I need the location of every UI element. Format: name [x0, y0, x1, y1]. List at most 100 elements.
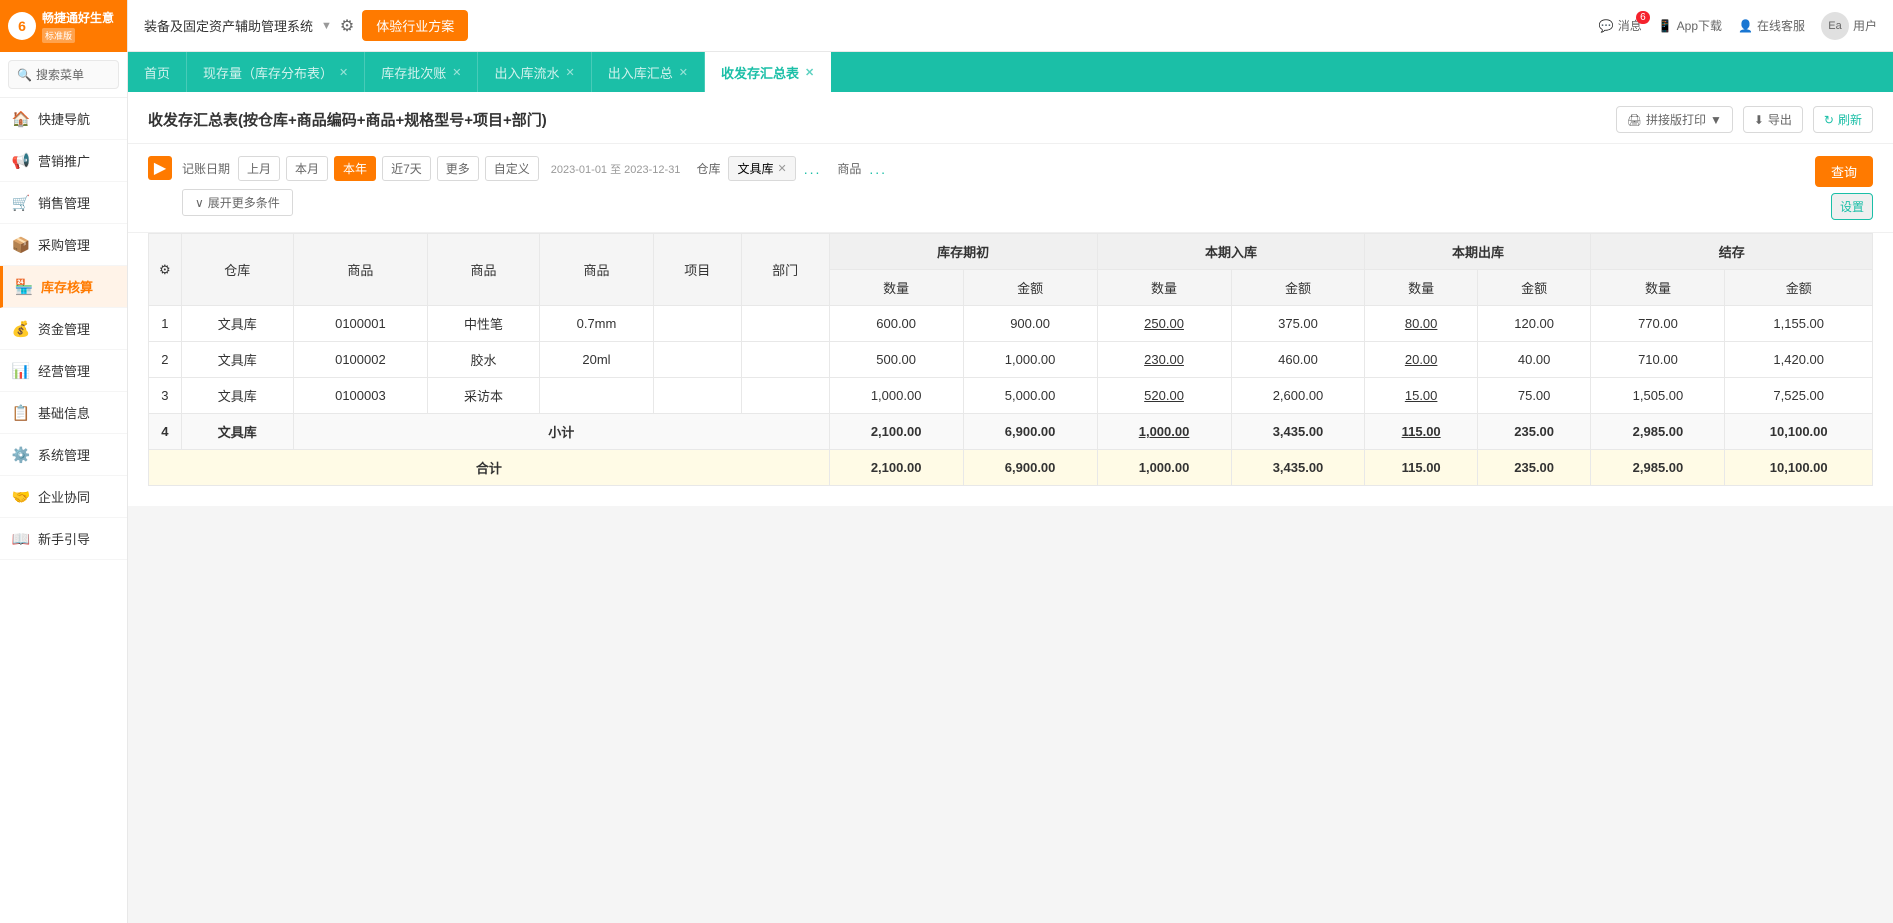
goods-more-dots[interactable]: ...: [869, 161, 887, 177]
tab-inout_flow[interactable]: 出入库流水✕: [478, 52, 591, 92]
col-opening-header: 库存期初: [829, 234, 1097, 270]
row-bal-amt: 1,155.00: [1725, 306, 1873, 342]
tab-close-icon[interactable]: ✕: [452, 66, 461, 79]
tab-close-icon[interactable]: ✕: [805, 66, 814, 79]
col-settings-header[interactable]: ⚙: [149, 234, 182, 306]
expand-conditions-btn[interactable]: ∨ 展开更多条件: [182, 189, 293, 216]
row-no: 1: [149, 306, 182, 342]
sub-out-qty[interactable]: 115.00: [1365, 414, 1477, 450]
online-service-action[interactable]: 👤 在线客服: [1738, 17, 1805, 34]
row-in-amt: 460.00: [1231, 342, 1365, 378]
table-row: 2 文具库 0100002 胶水 20ml 500.00 1,000.00 23…: [149, 342, 1873, 378]
basic-icon: 📋: [12, 404, 30, 422]
sub-open-qty: 2,100.00: [829, 414, 963, 450]
row-bal-qty: 1,505.00: [1591, 378, 1725, 414]
quick-icon: 🏠: [12, 110, 30, 128]
trial-button[interactable]: 体验行业方案: [362, 10, 468, 41]
row-out-qty[interactable]: 20.00: [1365, 342, 1477, 378]
top-header: 装备及固定资产辅助管理系统 ▼ ⚙ 体验行业方案 💬 消息 6 📱 App下载 …: [128, 0, 1893, 52]
custom-date-btn[interactable]: 自定义: [485, 156, 539, 181]
content-area: 收发存汇总表(按仓库+商品编码+商品+规格型号+项目+部门) 🖨 拼接版打印 ▼…: [128, 92, 1893, 923]
warehouse-tag-close[interactable]: ✕: [777, 162, 786, 175]
tab-label: 首页: [144, 63, 170, 82]
refresh-button[interactable]: ↻ 刷新: [1813, 106, 1873, 133]
sidebar-item-label: 销售管理: [38, 193, 90, 212]
tab-recv_send[interactable]: 收发存汇总表 ✕: [705, 52, 831, 92]
sub-no: 4: [149, 414, 182, 450]
total-in-qty: 1,000.00: [1097, 450, 1231, 486]
sidebar-item-quick[interactable]: 🏠 快捷导航: [0, 98, 127, 140]
tab-close-icon[interactable]: ✕: [566, 66, 575, 79]
row-in-qty[interactable]: 230.00: [1097, 342, 1231, 378]
date-range-text: 2023-01-01 至 2023-12-31: [551, 161, 681, 177]
more-date-btn[interactable]: 更多: [437, 156, 479, 181]
sub-out-amt: 235.00: [1477, 414, 1591, 450]
sidebar: 6 畅捷通好生意 标准版 🔍 搜索菜单 🏠 快捷导航 📢 营销推广 🛒 销售管理…: [0, 0, 128, 923]
warehouse-filter: 仓库 文具库 ✕ ...: [696, 156, 821, 181]
system-dropdown-icon[interactable]: ▼: [321, 20, 332, 32]
marketing-icon: 📢: [12, 152, 30, 170]
this-year-btn[interactable]: 本年: [334, 156, 376, 181]
export-button[interactable]: ⬇ 导出: [1743, 106, 1803, 133]
tabs-bar: 首页现存量（库存分布表）✕库存批次账✕出入库流水✕出入库汇总✕ 收发存汇总表 ✕: [128, 52, 1893, 92]
col-in-qty-header: 数量: [1097, 270, 1231, 306]
print-icon: 🖨: [1627, 113, 1642, 127]
col-balance-header: 结存: [1591, 234, 1873, 270]
sub-in-qty[interactable]: 1,000.00: [1097, 414, 1231, 450]
total-open-qty: 2,100.00: [829, 450, 963, 486]
sidebar-item-guide[interactable]: 📖 新手引导: [0, 518, 127, 560]
tab-close-icon[interactable]: ✕: [339, 66, 348, 79]
message-action[interactable]: 💬 消息 6: [1599, 17, 1642, 34]
col-warehouse-header: 仓库: [181, 234, 293, 306]
tab-label: 收发存汇总表: [721, 63, 799, 82]
settings-icon[interactable]: ⚙: [340, 16, 354, 36]
search-menu-button[interactable]: 🔍 搜索菜单: [8, 60, 119, 89]
row-in-qty[interactable]: 250.00: [1097, 306, 1231, 342]
sales-icon: 🛒: [12, 194, 30, 212]
warehouse-more-dots[interactable]: ...: [804, 161, 822, 177]
row-name: 中性笔: [427, 306, 539, 342]
total-out-qty: 115.00: [1365, 450, 1477, 486]
filter-toggle-icon[interactable]: ▶: [148, 156, 172, 180]
sidebar-item-collab[interactable]: 🤝 企业协同: [0, 476, 127, 518]
inventory-icon: 🏪: [15, 278, 33, 296]
last7days-btn[interactable]: 近7天: [382, 156, 431, 181]
row-out-qty[interactable]: 15.00: [1365, 378, 1477, 414]
sidebar-item-finance[interactable]: 💰 资金管理: [0, 308, 127, 350]
purchase-icon: 📦: [12, 236, 30, 254]
row-in-qty[interactable]: 520.00: [1097, 378, 1231, 414]
filter-settings-button[interactable]: 设置: [1831, 193, 1873, 220]
sidebar-item-operation[interactable]: 📊 经营管理: [0, 350, 127, 392]
row-no: 3: [149, 378, 182, 414]
query-button[interactable]: 查询: [1815, 156, 1873, 187]
app-download-action[interactable]: 📱 App下载: [1658, 17, 1722, 34]
sidebar-item-purchase[interactable]: 📦 采购管理: [0, 224, 127, 266]
tab-home[interactable]: 首页: [128, 52, 187, 92]
user-action[interactable]: Ea 用户: [1821, 12, 1877, 40]
this-month-btn[interactable]: 本月: [286, 156, 328, 181]
tab-batch[interactable]: 库存批次账✕: [365, 52, 478, 92]
total-bal-amt: 10,100.00: [1725, 450, 1873, 486]
sidebar-item-marketing[interactable]: 📢 营销推广: [0, 140, 127, 182]
last-month-btn[interactable]: 上月: [238, 156, 280, 181]
row-open-amt: 1,000.00: [963, 342, 1097, 378]
row-code: 0100003: [293, 378, 427, 414]
row-bal-qty: 710.00: [1591, 342, 1725, 378]
sub-label: 小计: [293, 414, 829, 450]
row-dept: [741, 306, 829, 342]
tab-close-icon[interactable]: ✕: [679, 66, 688, 79]
tab-inout_summary[interactable]: 出入库汇总✕: [592, 52, 705, 92]
row-warehouse: 文具库: [181, 306, 293, 342]
sidebar-item-basic[interactable]: 📋 基础信息: [0, 392, 127, 434]
service-icon: 👤: [1738, 19, 1753, 33]
sidebar-item-inventory[interactable]: 🏪 库存核算: [0, 266, 127, 308]
subtotal-row: 4 文具库 小计 2,100.00 6,900.00 1,000.00 3,43…: [149, 414, 1873, 450]
sub-bal-qty: 2,985.00: [1591, 414, 1725, 450]
print-button[interactable]: 🖨 拼接版打印 ▼: [1616, 106, 1733, 133]
row-out-qty[interactable]: 80.00: [1365, 306, 1477, 342]
sidebar-item-system[interactable]: ⚙️ 系统管理: [0, 434, 127, 476]
row-bal-amt: 7,525.00: [1725, 378, 1873, 414]
row-name: 采访本: [427, 378, 539, 414]
sidebar-item-sales[interactable]: 🛒 销售管理: [0, 182, 127, 224]
tab-inventory[interactable]: 现存量（库存分布表）✕: [187, 52, 365, 92]
